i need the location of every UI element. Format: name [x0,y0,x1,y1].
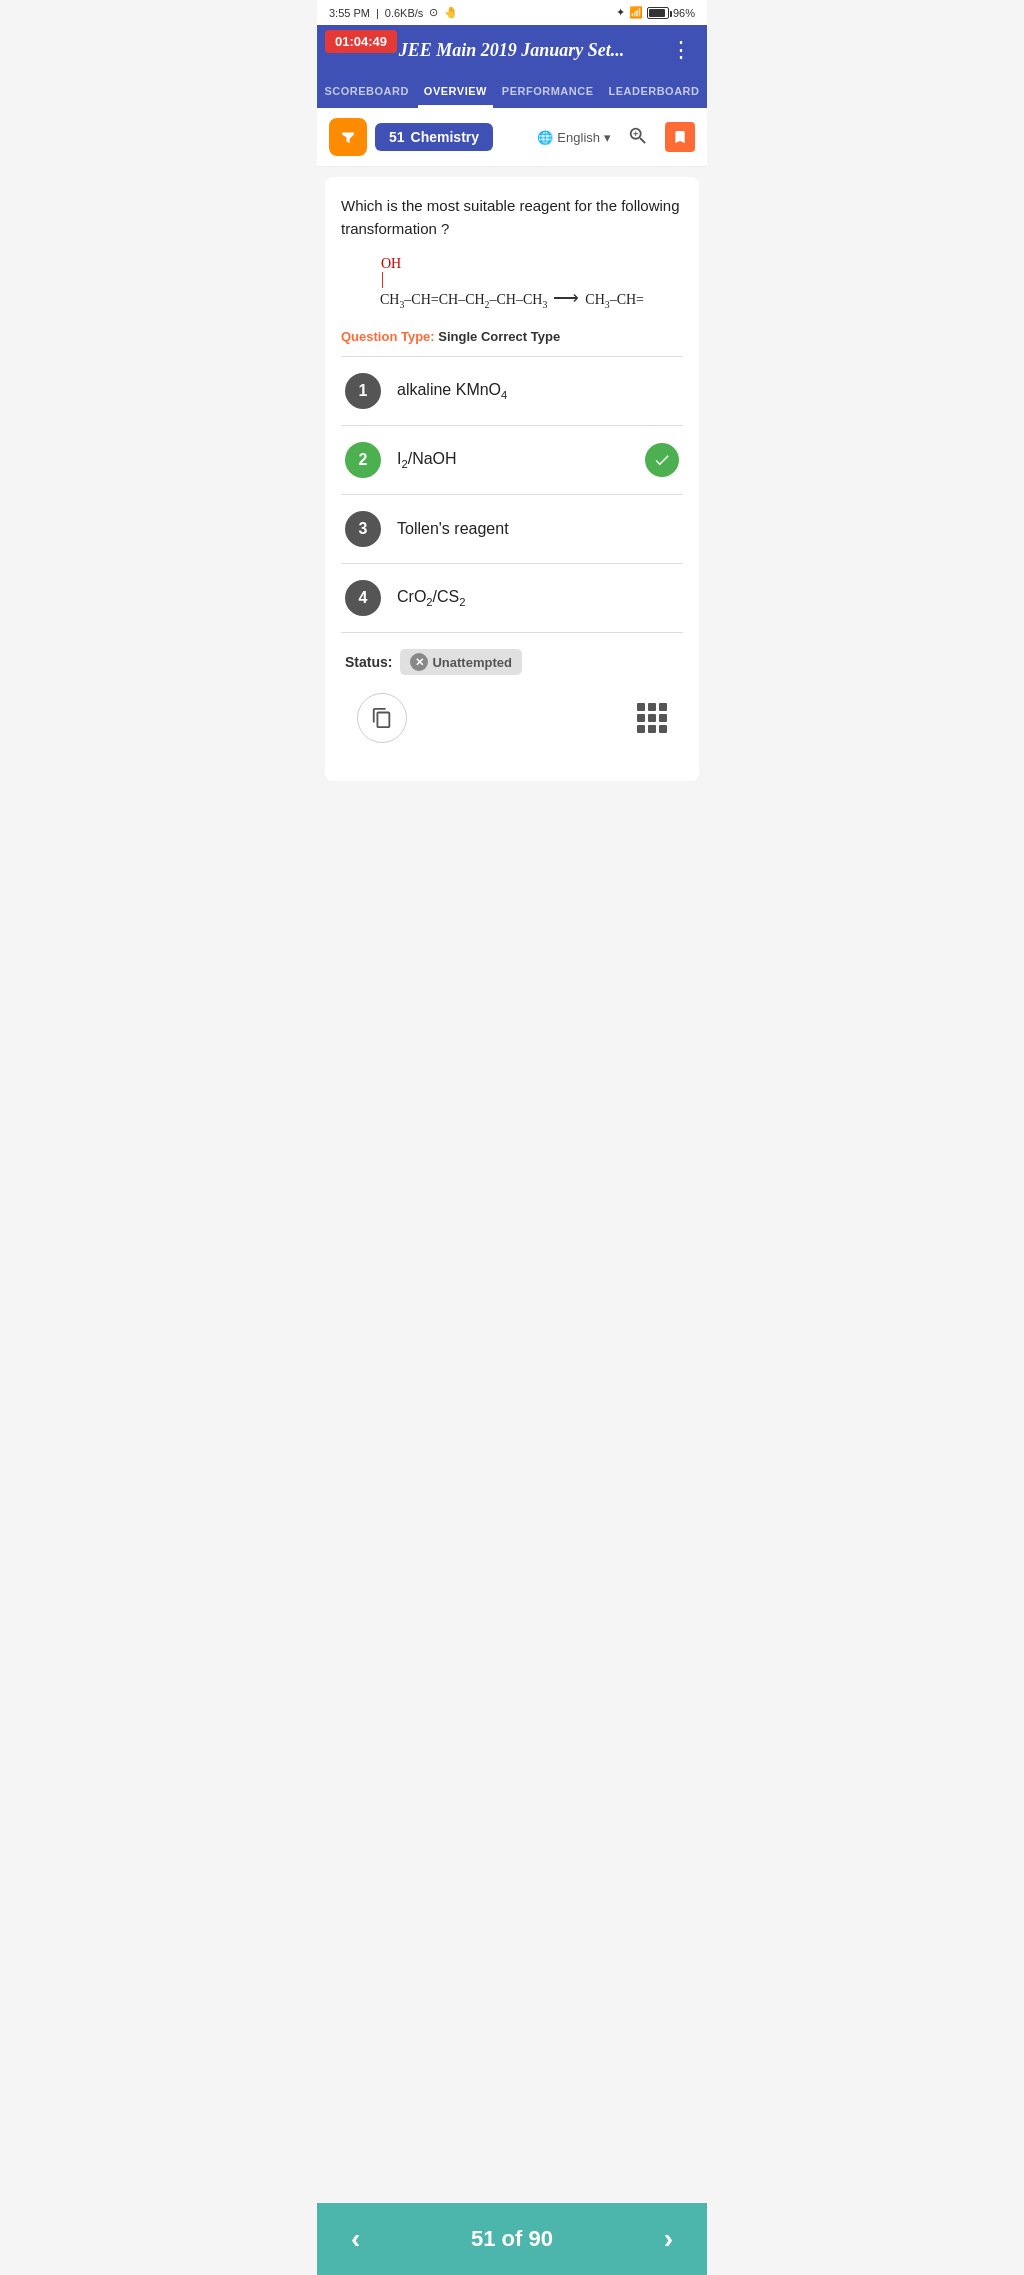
question-number: 51 [389,129,405,145]
bookmark-icon [672,129,688,145]
option-3-text: Tollen's reagent [397,520,679,538]
check-icon [653,451,671,469]
status-time: 3:55 PM [329,7,370,19]
menu-button[interactable]: ⋮ [670,37,693,63]
language-label: English [557,130,600,145]
grid-dot [659,725,667,733]
status-bar-right: ✦ 📶 96% [616,6,695,19]
divider-top [341,356,683,357]
header-title: JEE Main 2019 January Set... [363,40,660,61]
chem-formula: CH3–CH=CH–CH2–CH–CH3 ⟶ CH3–CH= [341,286,683,311]
formula-left: CH3–CH=CH–CH2–CH–CH3 [380,290,547,312]
bottom-actions [341,681,683,763]
copy-icon [371,707,393,729]
reaction-arrow: ⟶ [553,286,579,311]
grid-dot [637,714,645,722]
grid-button[interactable] [637,703,667,733]
question-type-value: Single Correct Type [438,329,560,344]
filter-left: 51 Chemistry [329,118,493,156]
battery-icon [647,7,669,19]
option-2-row[interactable]: 2 I2/NaOH [341,428,683,492]
status-badge: ✕ Unattempted [400,649,521,675]
option-2-text: I2/NaOH [397,450,629,470]
status-data: 0.6KB/s [385,7,424,19]
status-label: Status: [345,654,392,670]
language-globe-icon: 🌐 [537,130,553,145]
grid-dot [648,725,656,733]
status-row: Status: ✕ Unattempted [341,635,683,681]
formula-right: CH3–CH= [585,290,644,312]
question-type-line: Question Type: Single Correct Type [341,329,683,344]
tab-overview[interactable]: OVERVIEW [418,75,493,108]
grid-dot [659,703,667,711]
option-3-row[interactable]: 3 Tollen's reagent [341,497,683,561]
status-separator: | [376,7,379,19]
divider-1 [341,425,683,426]
grid-dot [659,714,667,722]
chem-diagram: OH | CH3–CH=CH–CH2–CH–CH3 ⟶ CH3–CH= [341,256,683,311]
status-bar: 3:55 PM | 0.6KB/s ⊙ 🤚 ✦ 📶 96% [317,0,707,25]
network-icon: 📶 [629,6,643,19]
grid-dot [637,703,645,711]
tab-leaderboard[interactable]: LEADERBOARD [602,75,705,108]
filter-right: 🌐 English ▾ [537,121,695,154]
subject-badge[interactable]: 51 Chemistry [375,123,493,151]
correct-checkmark-icon [645,443,679,477]
zoom-icon [627,125,649,147]
grid-dot [648,703,656,711]
bookmark-button[interactable] [665,122,695,152]
grid-dot [637,725,645,733]
filter-button[interactable] [329,118,367,156]
divider-4 [341,632,683,633]
option-1-text: alkaline KMnO4 [397,381,679,401]
option-1-number: 1 [345,373,381,409]
language-button[interactable]: 🌐 English ▾ [537,130,611,145]
option-1-row[interactable]: 1 alkaline KMnO4 [341,359,683,423]
divider-2 [341,494,683,495]
tab-performance[interactable]: PERFORMANCE [496,75,600,108]
status-bar-left: 3:55 PM | 0.6KB/s ⊙ 🤚 [329,6,458,19]
subject-name: Chemistry [411,129,479,145]
question-text: Which is the most suitable reagent for t… [341,195,683,240]
timer-display: 01:04:49 [325,30,397,53]
option-3-number: 3 [345,511,381,547]
tab-scoreboard[interactable]: SCOREBOARD [318,75,414,108]
option-4-text: CrO2/CS2 [397,588,679,608]
status-data-icon: ⊙ [429,6,438,19]
question-type-label: Question Type: [341,329,435,344]
status-value: Unattempted [432,655,511,670]
zoom-button[interactable] [623,121,653,154]
filter-icon [339,128,357,146]
battery-percent: 96% [673,7,695,19]
status-x-icon: ✕ [410,653,428,671]
divider-3 [341,563,683,564]
filter-bar: 51 Chemistry 🌐 English ▾ [317,108,707,167]
bluetooth-icon: ✦ [616,6,625,19]
copy-button[interactable] [357,693,407,743]
status-hand-icon: 🤚 [444,6,458,19]
option-4-row[interactable]: 4 CrO2/CS2 [341,566,683,630]
tab-bar: SCOREBOARD OVERVIEW PERFORMANCE LEADERBO… [317,75,707,108]
chevron-down-icon: ▾ [604,130,611,145]
grid-dot [648,714,656,722]
question-container: Which is the most suitable reagent for t… [325,177,699,781]
option-2-number: 2 [345,442,381,478]
bottom-spacer [317,791,707,871]
option-4-number: 4 [345,580,381,616]
